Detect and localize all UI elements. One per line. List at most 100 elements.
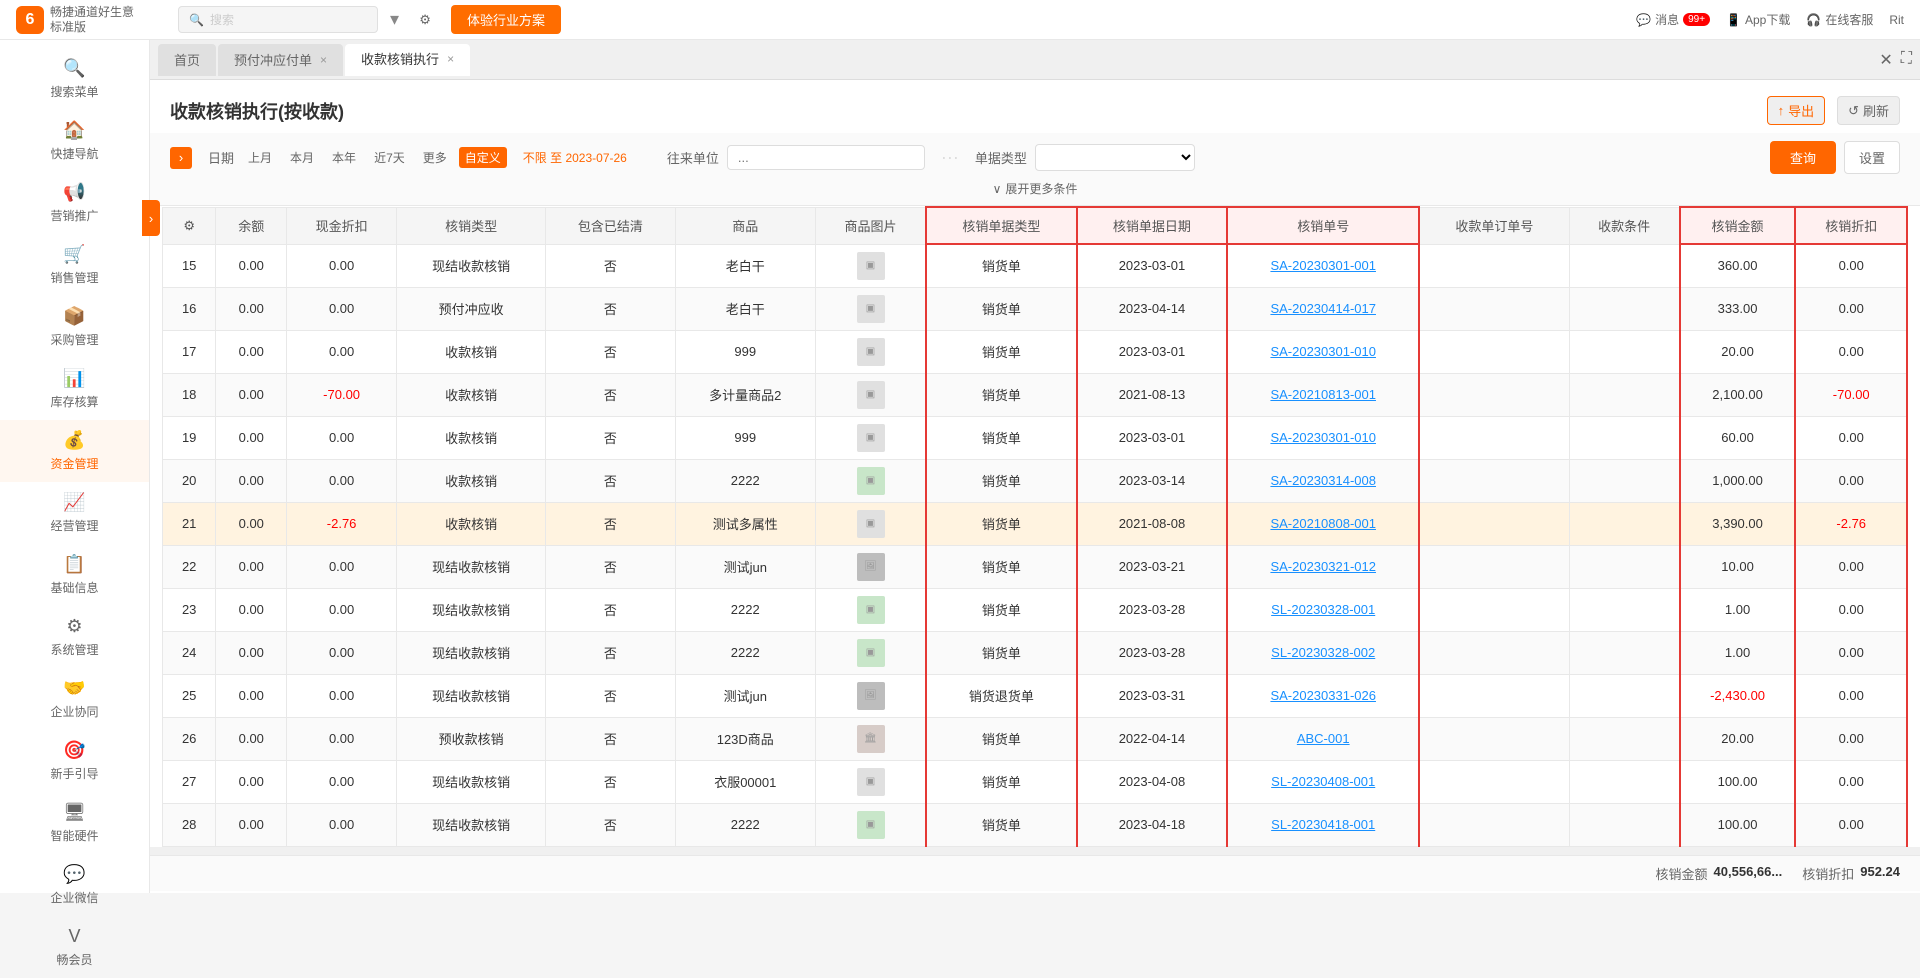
td-writeoff-no[interactable]: SA-20230321-012 [1227,545,1419,588]
trial-btn[interactable]: 体验行业方案 [451,5,561,34]
td-goods: 123D商品 [675,717,815,760]
filter-area: › 日期 上月 本月 本年 近7天 更多 自定义 不限 至 2023-07-26 [150,133,1920,206]
th-cash-discount: 现金折扣 [287,207,397,244]
sidebar-label: 企业微信 [50,889,98,906]
td-writeoff-no[interactable]: SA-20230301-001 [1227,244,1419,287]
top-search-box[interactable]: 🔍 搜索 [178,6,378,33]
headset-icon: 🎧 [1806,13,1821,27]
sidebar-label: 营销推广 [50,207,98,224]
td-writeoff-amount: 10.00 [1680,545,1796,588]
sidebar-item-企业协同[interactable]: 🤝企业协同 [0,668,149,730]
sidebar-item-新手引导[interactable]: 🎯新手引导 [0,730,149,792]
td-balance: 0.00 [216,330,287,373]
td-goods: 2222 [675,588,815,631]
query-btn[interactable]: 查询 [1770,141,1836,174]
tab-收款核销执行[interactable]: 收款核销执行 × [345,44,470,76]
sidebar-item-畅会员[interactable]: V畅会员 [0,916,149,978]
tab-首页[interactable]: 首页 [158,44,216,76]
td-writeoff-voucher-type: 销货单 [926,588,1077,631]
td-goods-img: ▣ [815,459,926,502]
td-receipt-condition [1569,631,1680,674]
date-opt-this-month[interactable]: 本月 [284,147,320,168]
sidebar-item-智能硬件[interactable]: 🖥智能硬件 [0,792,149,854]
date-opt-this-year[interactable]: 本年 [326,147,362,168]
td-write-off-type: 现结收款核销 [397,631,546,674]
voucher-type-label: 单据类型 [975,148,1027,167]
td-id: 26 [163,717,216,760]
maximize-icon[interactable]: ⛶ [1901,50,1912,70]
date-opt-custom[interactable]: 自定义 [459,147,507,168]
voucher-type-select[interactable] [1035,144,1195,171]
partner-input[interactable] [727,145,925,170]
date-opt-7days[interactable]: 近7天 [368,147,411,168]
td-include-settled: 否 [546,244,675,287]
goods-img: ▣ [857,596,885,624]
filter-toggle-btn[interactable]: › [170,147,192,169]
td-write-off-type: 收款核销 [397,373,546,416]
app-download-btn[interactable]: 📱 App下载 [1726,11,1790,28]
online-service-btn[interactable]: 🎧 在线客服 [1806,11,1873,28]
date-opt-last-month[interactable]: 上月 [242,147,278,168]
td-writeoff-no[interactable]: SA-20230314-008 [1227,459,1419,502]
close-tab-icon[interactable]: ✕ [1879,50,1892,70]
td-writeoff-no[interactable]: SA-20230414-017 [1227,287,1419,330]
sidebar-item-搜索菜单[interactable]: 🔍搜索菜单 [0,48,149,110]
sidebar-item-企业微信[interactable]: 💬企业微信 [0,854,149,916]
chevron-down-icon: ∨ [993,182,1002,196]
sidebar-item-基础信息[interactable]: 📋基础信息 [0,544,149,606]
dropdown-arrow-icon[interactable]: ▾ [390,9,399,30]
td-writeoff-date: 2023-03-01 [1077,244,1228,287]
goods-img: ▣ [857,338,885,366]
tab-close-btn[interactable]: × [320,53,327,67]
td-writeoff-no[interactable]: ABC-001 [1227,717,1419,760]
export-btn[interactable]: ↑ 导出 [1767,96,1826,125]
sidebar-item-资金管理[interactable]: 💰资金管理 [0,420,149,482]
sidebar-label: 资金管理 [50,455,98,472]
td-write-off-type: 收款核销 [397,459,546,502]
sidebar-item-营销推广[interactable]: 📢营销推广 [0,172,149,234]
date-opt-more[interactable]: 更多 [417,147,453,168]
td-writeoff-no[interactable]: SL-20230328-002 [1227,631,1419,674]
sidebar-item-经营管理[interactable]: 📈经营管理 [0,482,149,544]
expand-more-btn[interactable]: ∨ 展开更多条件 [993,180,1078,197]
td-writeoff-discount: 0.00 [1795,287,1907,330]
td-writeoff-no[interactable]: SA-20230331-026 [1227,674,1419,717]
sidebar-toggle-btn[interactable]: › [142,200,160,236]
td-goods: 999 [675,416,815,459]
sidebar-item-系统管理[interactable]: ⚙系统管理 [0,606,149,668]
td-writeoff-no[interactable]: SA-20210813-001 [1227,373,1419,416]
filter-action-btns: 查询 设置 [1770,141,1900,174]
refresh-btn[interactable]: ↺ 刷新 [1837,96,1900,125]
sidebar-item-快捷导航[interactable]: 🏠快捷导航 [0,110,149,172]
table-row: 26 0.00 0.00 预收款核销 否 123D商品 🏛 销货单 2022-0… [163,717,1908,760]
td-writeoff-no[interactable]: SA-20230301-010 [1227,416,1419,459]
td-writeoff-no[interactable]: SL-20230328-001 [1227,588,1419,631]
td-writeoff-no[interactable]: SL-20230408-001 [1227,760,1419,803]
td-writeoff-amount: 2,100.00 [1680,373,1796,416]
horizontal-scrollbar[interactable] [150,847,1920,855]
messages-btn[interactable]: 💬 消息 99+ [1636,11,1710,28]
th-receipt-order-no: 收款单订单号 [1419,207,1569,244]
td-writeoff-no[interactable]: SA-20230301-010 [1227,330,1419,373]
td-writeoff-voucher-type: 销货单 [926,330,1077,373]
filter-row: › 日期 上月 本月 本年 近7天 更多 自定义 不限 至 2023-07-26 [170,141,1900,174]
user-name-display[interactable]: Rit [1889,13,1904,27]
sidebar-item-库存核算[interactable]: 📊库存核算 [0,358,149,420]
sidebar-item-采购管理[interactable]: 📦采购管理 [0,296,149,358]
td-id: 25 [163,674,216,717]
tab-close-btn[interactable]: × [447,52,454,66]
td-receipt-order-no [1419,674,1569,717]
td-writeoff-voucher-type: 销货单 [926,545,1077,588]
settings-topbar-icon[interactable]: ⚙ [411,6,439,34]
td-writeoff-no[interactable]: SL-20230418-001 [1227,803,1419,846]
td-receipt-order-no [1419,545,1569,588]
td-id: 24 [163,631,216,674]
table-settings-btn[interactable]: 设置 [1844,141,1900,174]
td-writeoff-no[interactable]: SA-20210808-001 [1227,502,1419,545]
sidebar-item-销售管理[interactable]: 🛒销售管理 [0,234,149,296]
filter-voucher-type-item: 单据类型 [975,144,1195,171]
td-goods: 测试多属性 [675,502,815,545]
td-balance: 0.00 [216,631,287,674]
td-include-settled: 否 [546,287,675,330]
tab-预付冲应付单[interactable]: 预付冲应付单 × [218,44,343,76]
